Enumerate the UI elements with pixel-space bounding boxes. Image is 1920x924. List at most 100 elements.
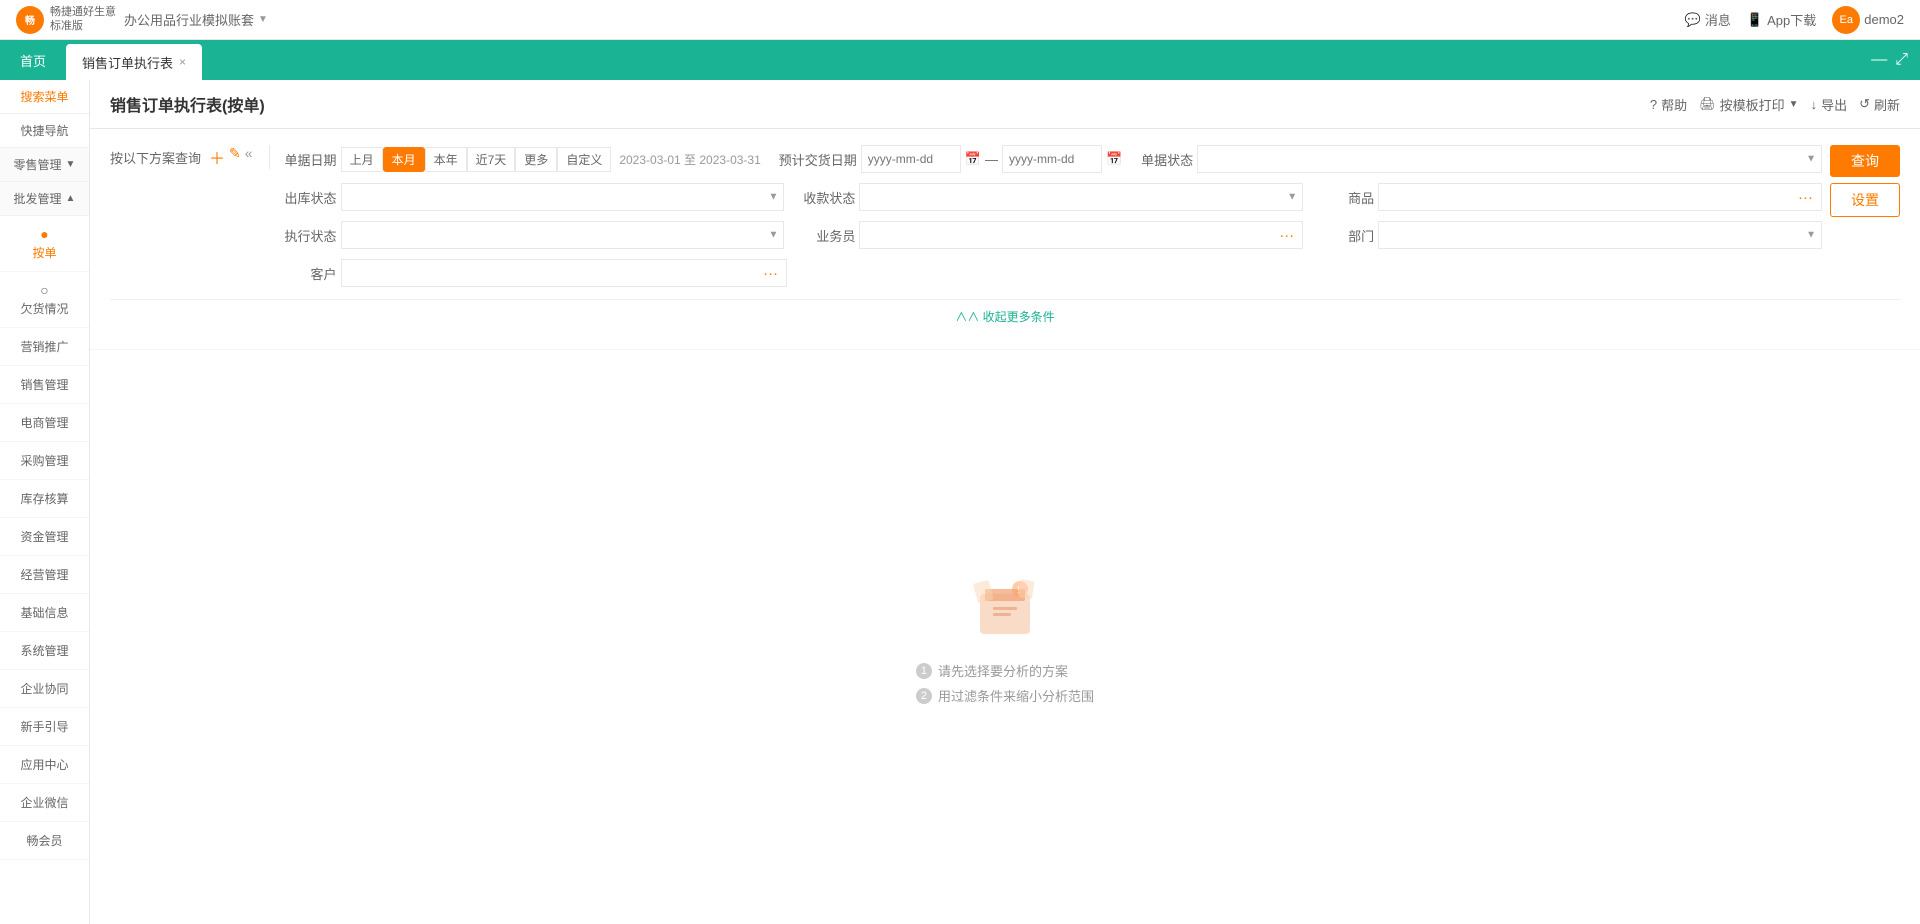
date-btn-last-month[interactable]: 上月	[341, 147, 383, 172]
message-button[interactable]: 💬 消息	[1685, 10, 1731, 29]
tab-expand-icon[interactable]: ⤢	[1895, 51, 1908, 69]
empty-state: ! 1 请先选择要分析的方案 2 用过滤条件来缩小分析范围	[90, 350, 1920, 924]
date-range-text: 2023-03-01 至 2023-03-31	[619, 151, 760, 168]
salesperson-label: 业务员	[800, 226, 855, 245]
app-title: 办公用品行业模拟账套	[124, 10, 254, 29]
bill-status-label: 单据状态	[1138, 150, 1193, 169]
download-icon: 📱	[1747, 12, 1763, 28]
empty-tip-1: 1 请先选择要分析的方案	[916, 661, 1094, 680]
sidebar: 搜索菜单 快捷导航 零售管理 ▼ 批发管理 ▲ ● 按单 ○ 欠货情况 营销推广…	[0, 80, 90, 924]
sidebar-item-newbie[interactable]: 新手引导	[0, 708, 89, 746]
refresh-icon: ↺	[1859, 96, 1870, 112]
out-status-label: 出库状态	[282, 188, 337, 207]
forecast-date-end-icon[interactable]: 📅	[1106, 151, 1122, 167]
logo-text: 畅捷通好生意 标准版	[50, 6, 116, 32]
settings-button[interactable]: 设置	[1830, 183, 1900, 217]
scheme-title: 按以下方案查询	[110, 148, 201, 167]
wholesale-expand-icon: ▲	[66, 193, 76, 204]
sidebar-item-sales[interactable]: 销售管理	[0, 366, 89, 404]
customer-dots-icon[interactable]: ···	[763, 265, 778, 282]
date-label: 单据日期	[282, 150, 337, 169]
empty-content: ! 1 请先选择要分析的方案 2 用过滤条件来缩小分析范围	[916, 569, 1094, 705]
sidebar-item-ecommerce[interactable]: 电商管理	[0, 404, 89, 442]
salesperson-dots-icon[interactable]: ···	[1279, 227, 1294, 244]
date-btn-current-month[interactable]: 本月	[383, 147, 425, 172]
export-button[interactable]: ↓ 导出	[1811, 95, 1848, 114]
filter-area: 按以下方案查询 ＋ ✎ « 单据日期 上	[90, 129, 1920, 349]
sidebar-item-operations[interactable]: 经营管理	[0, 556, 89, 594]
filter-collapse-button[interactable]: ∧∧ 收起更多条件	[110, 299, 1900, 333]
sidebar-nav[interactable]: 快捷导航	[0, 114, 89, 148]
goods-label: 商品	[1319, 188, 1374, 207]
out-status-select[interactable]	[341, 183, 785, 211]
tab-home[interactable]: 首页	[0, 40, 66, 80]
page-header: 销售订单执行表(按单) ? 帮助 🖨 按模板打印 ▼ ↓ 导出 ↺ 刷新	[90, 80, 1920, 129]
sidebar-item-system[interactable]: 系统管理	[0, 632, 89, 670]
forecast-date-end[interactable]	[1002, 145, 1102, 173]
sidebar-item-basic[interactable]: 基础信息	[0, 594, 89, 632]
avatar: Ea	[1832, 6, 1860, 34]
date-btn-current-year[interactable]: 本年	[425, 147, 467, 172]
shortage-icon: ○	[40, 282, 48, 298]
edit-scheme-button[interactable]: ✎	[229, 145, 241, 169]
sidebar-item-inventory[interactable]: 库存核算	[0, 480, 89, 518]
sidebar-item-apps[interactable]: 应用中心	[0, 746, 89, 784]
export-icon: ↓	[1811, 97, 1818, 112]
bill-status-select[interactable]	[1197, 145, 1822, 173]
logo-icon: 畅	[16, 6, 44, 34]
scheme-selector: 按以下方案查询 ＋ ✎ «	[110, 145, 270, 169]
collect-status-select[interactable]	[859, 183, 1303, 211]
forecast-date-start[interactable]	[861, 145, 961, 173]
date-quick-buttons: 上月 本月 本年 近7天 更多 自定义	[341, 147, 612, 172]
dept-label: 部门	[1319, 226, 1374, 245]
retail-expand-icon: ▼	[66, 159, 76, 170]
print-button[interactable]: 🖨 按模板打印 ▼	[1699, 95, 1798, 114]
tab-minimize-icon[interactable]: —	[1871, 51, 1887, 69]
page-actions: ? 帮助 🖨 按模板打印 ▼ ↓ 导出 ↺ 刷新	[1650, 95, 1900, 126]
svg-text:畅: 畅	[25, 14, 35, 27]
sidebar-item-wechat[interactable]: 企业微信	[0, 784, 89, 822]
sidebar-item-finance[interactable]: 资金管理	[0, 518, 89, 556]
sidebar-item-marketing[interactable]: 营销推广	[0, 328, 89, 366]
user-menu[interactable]: Ea demo2	[1832, 6, 1904, 34]
app-download-button[interactable]: 📱 App下载	[1747, 10, 1816, 29]
logo: 畅 畅捷通好生意 标准版	[16, 6, 116, 34]
collapse-scheme-button[interactable]: «	[245, 145, 253, 169]
forecast-date-label: 预计交货日期	[777, 150, 857, 169]
sidebar-subitem-欠货情况[interactable]: ○ 欠货情况	[0, 272, 89, 328]
tab-close-icon[interactable]: ×	[179, 55, 186, 69]
empty-tip-2: 2 用过滤条件来缩小分析范围	[916, 686, 1094, 705]
sidebar-item-member[interactable]: 畅会员	[0, 822, 89, 860]
exec-status-label: 执行状态	[282, 226, 337, 245]
collapse-up-icon: ∧∧	[955, 310, 979, 324]
print-dropdown-icon: ▼	[1789, 99, 1799, 110]
date-btn-7days[interactable]: 近7天	[467, 147, 516, 172]
collect-status-label: 收款状态	[800, 188, 855, 207]
add-scheme-button[interactable]: ＋	[209, 145, 225, 169]
sidebar-item-enterprise[interactable]: 企业协同	[0, 670, 89, 708]
goods-dots-icon[interactable]: ···	[1798, 189, 1813, 206]
date-btn-more[interactable]: 更多	[515, 147, 557, 172]
sidebar-item-purchase[interactable]: 采购管理	[0, 442, 89, 480]
tab-sales-order[interactable]: 销售订单执行表 ×	[66, 44, 202, 80]
app-title-area[interactable]: 办公用品行业模拟账套 ▼	[124, 10, 268, 29]
sidebar-subitem-按单[interactable]: ● 按单	[0, 216, 89, 272]
print-icon: 🖨	[1699, 96, 1716, 112]
filter-main: 单据日期 上月 本月 本年 近7天 更多 自定义 2023-03-01 至 20…	[282, 145, 1822, 287]
dept-select[interactable]	[1378, 221, 1822, 249]
query-button[interactable]: 查询	[1830, 145, 1900, 177]
exec-status-select[interactable]	[341, 221, 785, 249]
refresh-button[interactable]: ↺ 刷新	[1859, 95, 1900, 114]
help-icon: ?	[1650, 97, 1657, 112]
order-icon: ●	[40, 226, 48, 242]
sidebar-search[interactable]: 搜索菜单	[0, 80, 89, 114]
sidebar-item-wholesale[interactable]: 批发管理 ▲	[0, 182, 89, 216]
app-title-dropdown-icon: ▼	[258, 14, 268, 25]
sidebar-item-retail[interactable]: 零售管理 ▼	[0, 148, 89, 182]
filter-action-buttons: 查询 设置	[1830, 145, 1900, 217]
message-icon: 💬	[1685, 12, 1701, 28]
page-title: 销售订单执行表(按单)	[110, 92, 265, 128]
help-button[interactable]: ? 帮助	[1650, 95, 1687, 114]
forecast-date-start-icon[interactable]: 📅	[965, 151, 981, 167]
date-btn-custom[interactable]: 自定义	[557, 147, 611, 172]
